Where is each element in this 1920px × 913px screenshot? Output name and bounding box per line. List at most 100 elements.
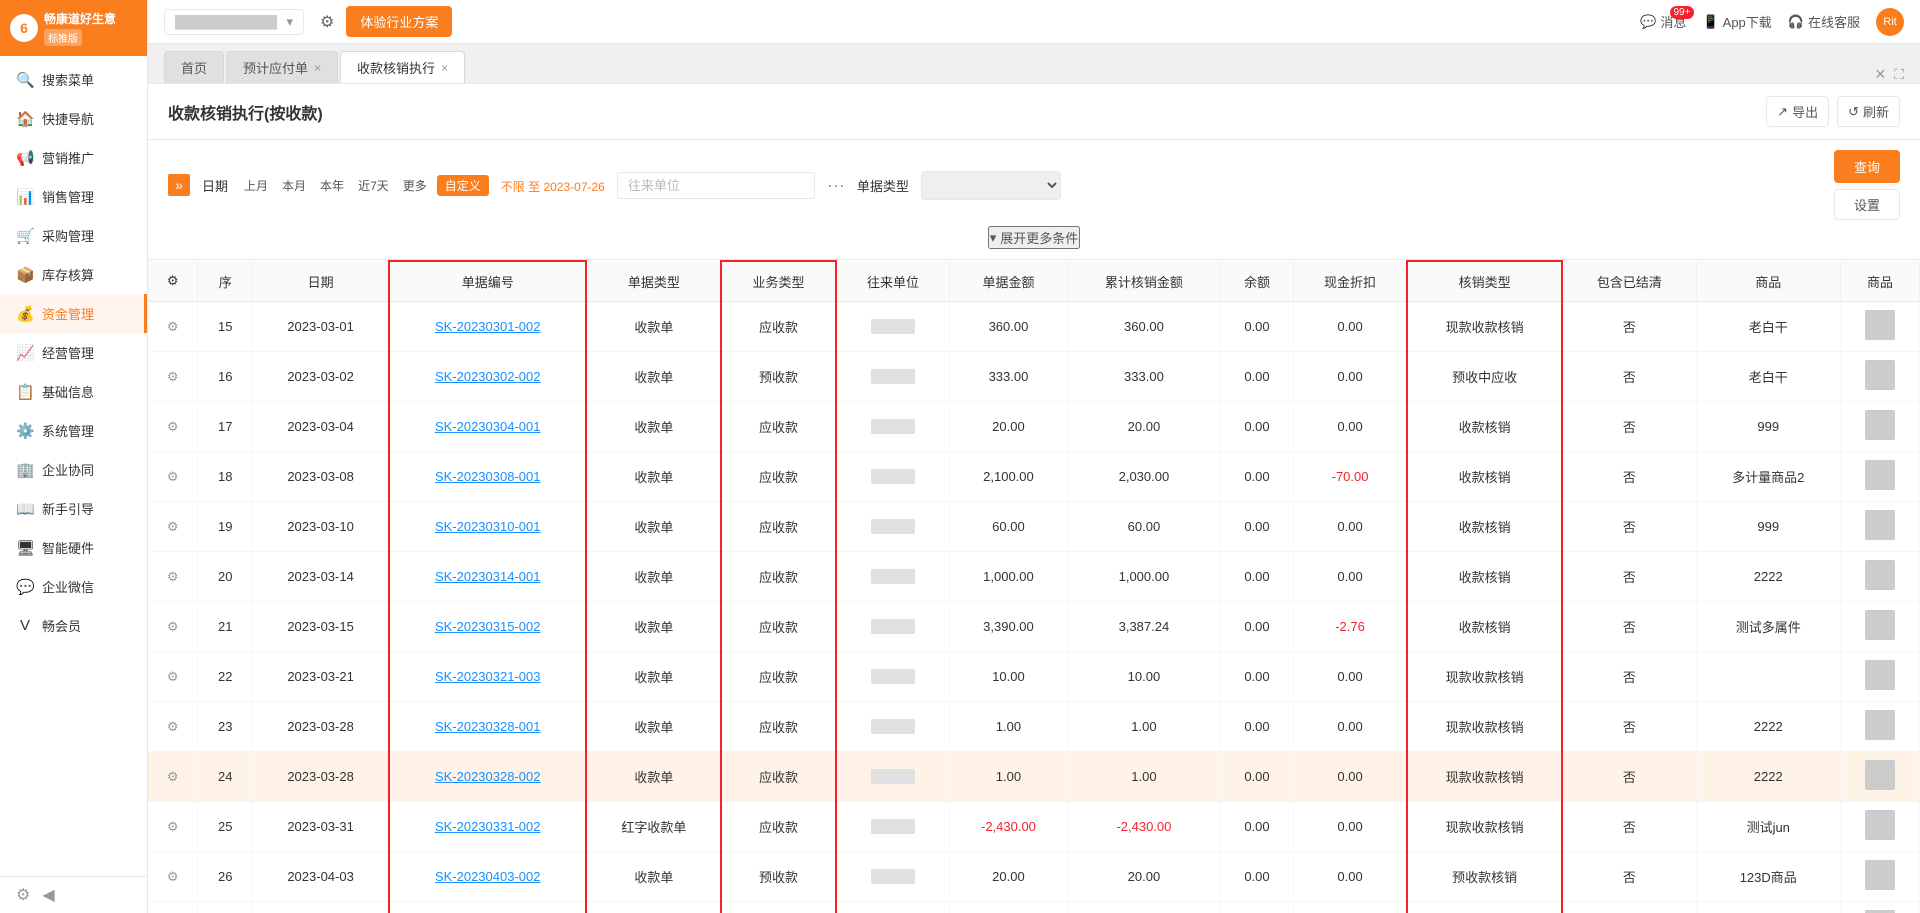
- cell-seq: 27: [198, 902, 253, 913]
- doc-no-link[interactable]: SK-20230331-002: [435, 819, 541, 834]
- cell-cash-discount: -2.76: [1293, 602, 1407, 652]
- sidebar-label-enterprise: 企业协同: [42, 460, 94, 479]
- close-window-icon[interactable]: ✕: [1874, 66, 1886, 83]
- cell-include-settled: 否: [1562, 902, 1696, 913]
- table-row: ⚙ 21 2023-03-15 SK-20230315-002 收款单 应收款 …: [148, 602, 1920, 652]
- this-year-btn[interactable]: 本年: [316, 175, 348, 196]
- cell-cash-discount: 0.00: [1293, 652, 1407, 702]
- voucher-type-select[interactable]: [921, 171, 1061, 200]
- custom-date-btn[interactable]: 自定义: [437, 175, 489, 196]
- doc-no-link[interactable]: SK-20230308-001: [435, 469, 541, 484]
- cell-balance: 0.00: [1221, 652, 1294, 702]
- sidebar-item-guide[interactable]: 📖新手引导: [0, 489, 147, 528]
- cell-include-settled: 否: [1562, 602, 1696, 652]
- app-download-link[interactable]: 📱 App下载: [1702, 12, 1771, 31]
- tab-collection[interactable]: 收款核销执行 ×: [340, 51, 465, 83]
- cell-doc-no: SK-20230328-002: [389, 752, 586, 802]
- sidebar-item-quicknav[interactable]: 🏠快捷导航: [0, 99, 147, 138]
- last-month-btn[interactable]: 上月: [240, 175, 272, 196]
- more-filter-dots[interactable]: ···: [827, 175, 845, 196]
- cell-date: 2023-03-31: [253, 802, 389, 852]
- tab-prepay[interactable]: 预计应付单 ×: [226, 51, 338, 83]
- operations-icon: 📈: [16, 344, 34, 362]
- doc-no-link[interactable]: SK-20230314-001: [435, 569, 541, 584]
- sidebar-item-member[interactable]: V畅会员: [0, 606, 147, 645]
- tab-prepay-close[interactable]: ×: [314, 61, 321, 75]
- expand-more-label: 展开更多条件: [1000, 228, 1078, 247]
- counterparty-input[interactable]: [617, 172, 815, 199]
- export-button[interactable]: ↗ 导出: [1766, 96, 1829, 127]
- sidebar-item-hardware[interactable]: 🖥智能硬件: [0, 528, 147, 567]
- cell-balance: 0.00: [1221, 552, 1294, 602]
- refresh-button[interactable]: ↺ 刷新: [1837, 96, 1900, 127]
- query-button[interactable]: 查询: [1834, 150, 1900, 183]
- cell-cash-discount: -70.00: [1293, 452, 1407, 502]
- sidebar-item-system[interactable]: ⚙️系统管理: [0, 411, 147, 450]
- hardware-icon: 🖥: [16, 539, 34, 557]
- cell-product2: [1840, 852, 1919, 902]
- cell-counterparty: [836, 452, 950, 502]
- maximize-window-icon[interactable]: ⛶: [1894, 66, 1904, 83]
- settings-gear-icon[interactable]: ⚙: [320, 12, 334, 32]
- sidebar-item-wechat[interactable]: 💬企业微信: [0, 567, 147, 606]
- doc-no-link[interactable]: SK-20230304-001: [435, 419, 541, 434]
- cell-gear: ⚙: [148, 302, 198, 352]
- cell-doc-type: 收款单: [586, 852, 721, 902]
- sidebar-item-purchase[interactable]: 🛒采购管理: [0, 216, 147, 255]
- data-table: ⚙ 序 日期 单据编号 单据类型 业务类型 往来单位 单据金额 累计核销金额 余…: [148, 260, 1920, 913]
- last-7days-btn[interactable]: 近7天: [354, 175, 393, 196]
- cell-write-off-type: 收款核销: [1407, 552, 1562, 602]
- tab-collection-close[interactable]: ×: [441, 61, 448, 75]
- this-month-btn[interactable]: 本月: [278, 175, 310, 196]
- cell-doc-no: SK-20230301-002: [389, 302, 586, 352]
- doc-no-link[interactable]: SK-20230321-003: [435, 669, 541, 684]
- filter-settings-button[interactable]: 设置: [1834, 189, 1900, 220]
- cell-write-off-type: 收款核销: [1407, 402, 1562, 452]
- doc-no-link[interactable]: SK-20230315-002: [435, 619, 541, 634]
- cell-date: 2023-03-08: [253, 452, 389, 502]
- cell-cash-discount: 0.00: [1293, 352, 1407, 402]
- sidebar-item-finance[interactable]: 💰资金管理: [0, 294, 147, 333]
- sidebar-item-enterprise[interactable]: 🏢企业协同: [0, 450, 147, 489]
- sidebar-item-basic[interactable]: 📋基础信息: [0, 372, 147, 411]
- cell-date: 2023-03-28: [253, 752, 389, 802]
- cell-doc-amount: 100.00: [950, 902, 1068, 913]
- cell-product2: [1840, 302, 1919, 352]
- user-avatar[interactable]: Rit: [1876, 8, 1904, 36]
- expand-more-button[interactable]: ▾ 展开更多条件: [988, 226, 1081, 249]
- settings-icon[interactable]: ⚙: [16, 885, 30, 905]
- doc-no-link[interactable]: SK-20230328-002: [435, 769, 541, 784]
- sidebar-item-marketing[interactable]: 📢营销推广: [0, 138, 147, 177]
- workspace-selector[interactable]: ████████████ ▾: [164, 9, 304, 35]
- more-dates-btn[interactable]: 更多: [399, 175, 431, 196]
- cell-doc-no: SK-20230403-002: [389, 852, 586, 902]
- cell-balance: 0.00: [1221, 602, 1294, 652]
- cell-counterparty: [836, 352, 950, 402]
- col-write-off-type: 核销类型: [1407, 261, 1562, 302]
- filter-expand-button[interactable]: »: [168, 174, 190, 196]
- cell-biz-type: 应收款: [721, 502, 836, 552]
- messages-link[interactable]: 💬 消息 99+: [1640, 12, 1686, 31]
- sidebar-item-inventory[interactable]: 📦库存核算: [0, 255, 147, 294]
- cell-seq: 24: [198, 752, 253, 802]
- doc-no-link[interactable]: SK-20230310-001: [435, 519, 541, 534]
- col-gear[interactable]: ⚙: [148, 261, 198, 302]
- cell-biz-type: 预收款: [721, 352, 836, 402]
- sidebar-item-operations[interactable]: 📈经营管理: [0, 333, 147, 372]
- cell-counterparty: [836, 702, 950, 752]
- cell-total-write-off: 1,000.00: [1067, 552, 1220, 602]
- sidebar-item-search[interactable]: 🔍搜索菜单: [0, 60, 147, 99]
- doc-no-link[interactable]: SK-20230403-002: [435, 869, 541, 884]
- solution-button[interactable]: 体验行业方案: [346, 6, 452, 37]
- online-service-link[interactable]: 🎧 在线客服: [1788, 12, 1860, 31]
- sidebar-item-sales[interactable]: 📊销售管理: [0, 177, 147, 216]
- doc-no-link[interactable]: SK-20230328-001: [435, 719, 541, 734]
- tab-home[interactable]: 首页: [164, 51, 224, 83]
- collapse-icon[interactable]: ◀: [42, 885, 54, 905]
- doc-no-link[interactable]: SK-20230301-002: [435, 319, 541, 334]
- cell-write-off-type: 现款收款核销: [1407, 302, 1562, 352]
- col-include-settled: 包含已结清: [1562, 261, 1696, 302]
- search-icon: 🔍: [16, 71, 34, 89]
- doc-no-link[interactable]: SK-20230302-002: [435, 369, 541, 384]
- cell-seq: 20: [198, 552, 253, 602]
